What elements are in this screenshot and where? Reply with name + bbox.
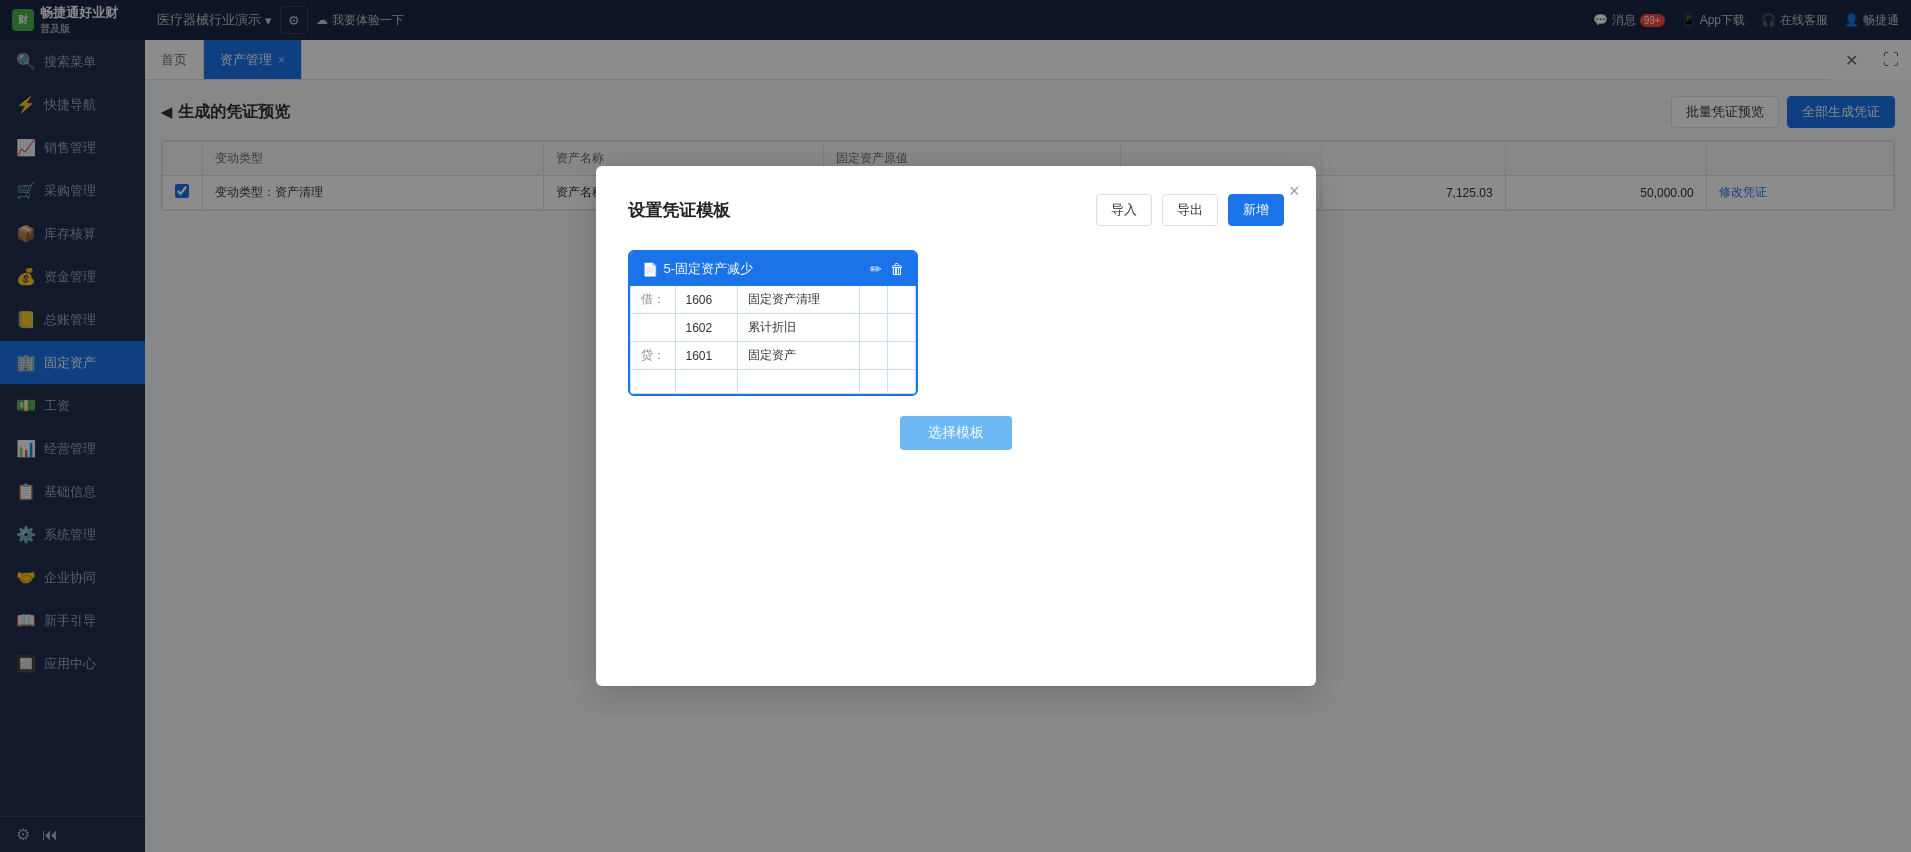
debit-label: 借： [630,286,675,314]
credit1-name: 固定资产 [738,342,860,370]
template-card-header: 📄 5-固定资产减少 ✏ 🗑 [630,252,916,286]
select-template-btn[interactable]: 选择模板 [900,416,1012,450]
modal-overlay[interactable]: 设置凭证模板 导入 导出 新增 × 📄 5-固定资产减少 [0,0,1911,852]
template-inner-table: 借： 1606 固定资产清理 1602 累计折旧 [630,286,916,394]
debit1-name: 固定资产清理 [738,286,860,314]
credit-label: 贷： [630,342,675,370]
debit1-amt [860,286,888,314]
template-title: 5-固定资产减少 [664,260,754,278]
modal-dialog: 设置凭证模板 导入 导出 新增 × 📄 5-固定资产减少 [596,166,1316,686]
debit2-amt2 [887,314,915,342]
credit1-amt2 [887,342,915,370]
template-doc-icon: 📄 [642,262,658,277]
edit-template-icon[interactable]: ✏ [870,261,882,277]
delete-template-icon[interactable]: 🗑 [890,261,904,277]
debit2-name: 累计折旧 [738,314,860,342]
debit2-amt [860,314,888,342]
credit1-code: 1601 [675,342,738,370]
template-card: 📄 5-固定资产减少 ✏ 🗑 借： 1606 [628,250,918,396]
template-card-header-left: 📄 5-固定资产减少 [642,260,754,278]
modal-header-actions: 导入 导出 新增 [1096,194,1284,226]
import-btn[interactable]: 导入 [1096,194,1152,226]
template-row-debit1: 借： 1606 固定资产清理 [630,286,915,314]
template-row-empty [630,370,915,394]
credit1-amt [860,342,888,370]
modal-header: 设置凭证模板 导入 导出 新增 [628,194,1284,226]
template-row-debit2: 1602 累计折旧 [630,314,915,342]
modal-close-btn[interactable]: × [1289,182,1300,200]
debit1-code: 1606 [675,286,738,314]
template-card-actions: ✏ 🗑 [870,261,904,277]
debit2-code: 1602 [675,314,738,342]
modal-title: 设置凭证模板 [628,199,730,222]
debit1-amt2 [887,286,915,314]
new-btn[interactable]: 新增 [1228,194,1284,226]
export-btn[interactable]: 导出 [1162,194,1218,226]
debit2-empty [630,314,675,342]
template-list: 📄 5-固定资产减少 ✏ 🗑 借： 1606 [628,250,1284,396]
template-row-credit1: 贷： 1601 固定资产 [630,342,915,370]
